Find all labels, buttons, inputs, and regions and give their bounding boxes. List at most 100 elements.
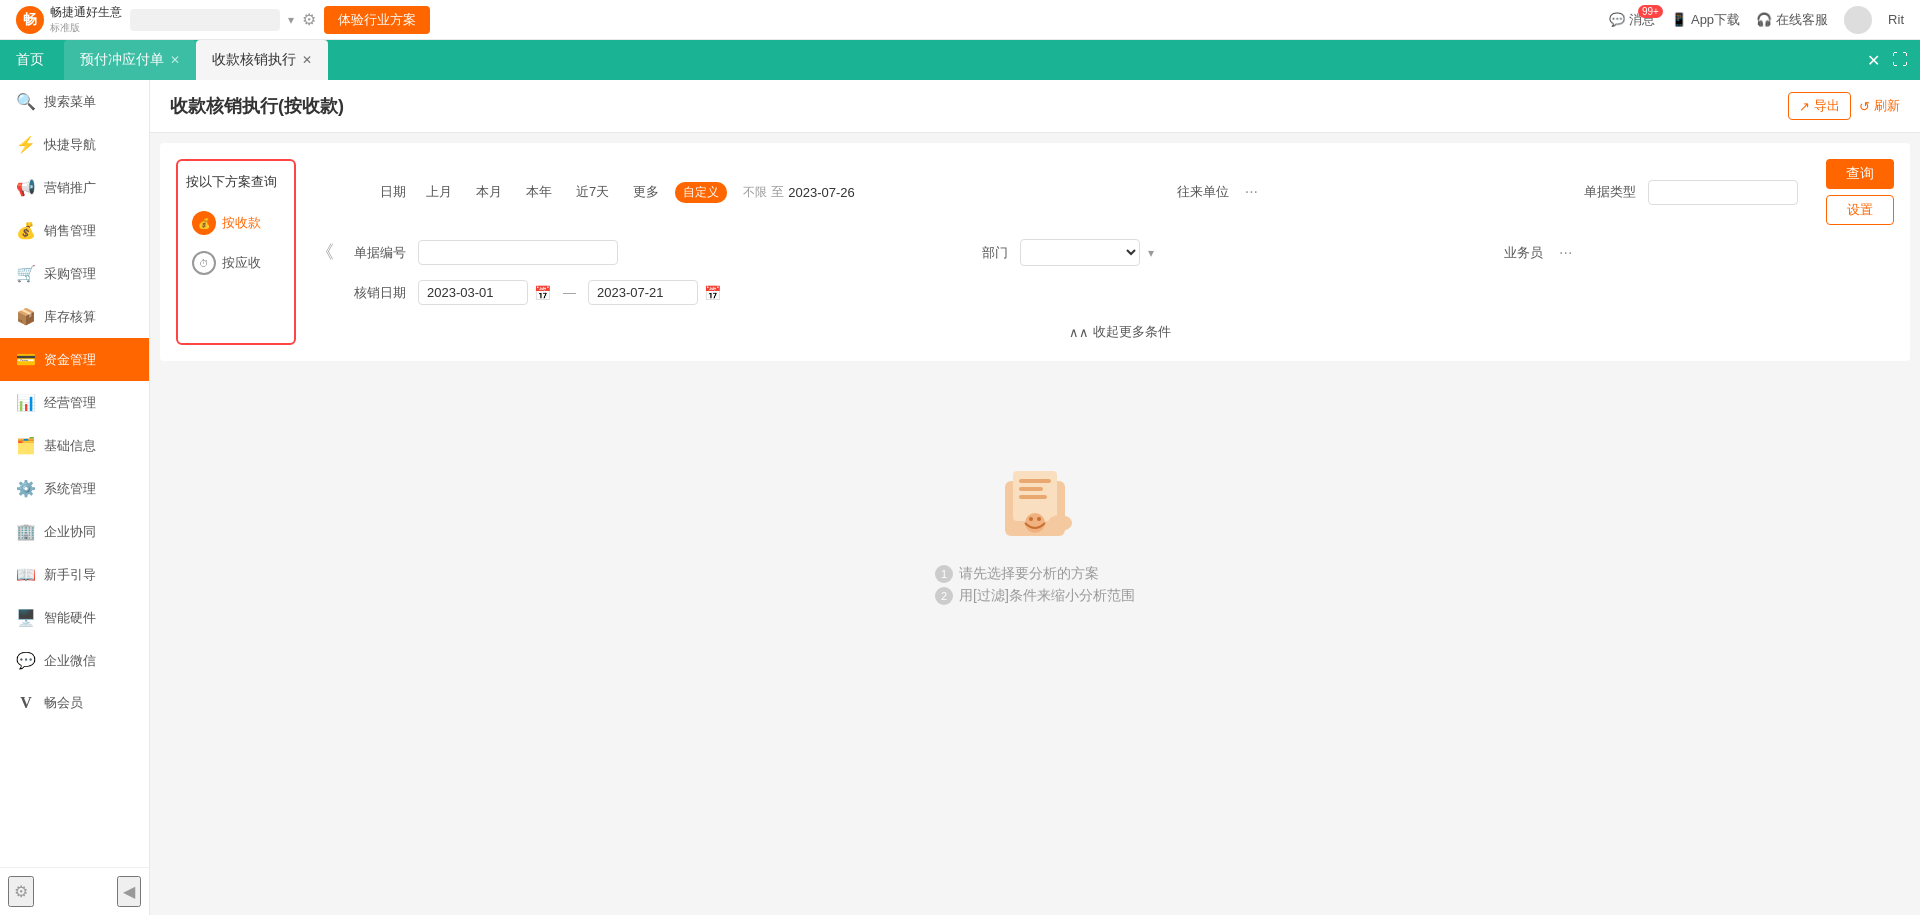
- dept-chevron-icon[interactable]: ▾: [1148, 246, 1154, 260]
- sidebar-item-basic-info[interactable]: 🗂️ 基础信息: [0, 424, 149, 467]
- verify-date-from-cal-icon[interactable]: 📅: [534, 285, 551, 301]
- settings-button[interactable]: 设置: [1826, 195, 1894, 225]
- date-btn-last-month[interactable]: 上月: [418, 181, 460, 203]
- sidebar-label-marketing: 营销推广: [44, 179, 96, 197]
- sidebar-item-marketing[interactable]: 📢 营销推广: [0, 166, 149, 209]
- svg-point-5: [1048, 515, 1072, 531]
- sidebar-item-enterprise[interactable]: 🏢 企业协同: [0, 510, 149, 553]
- filter-option-by-receipt[interactable]: 💰 按收款: [186, 203, 286, 243]
- date-btn-this-month[interactable]: 本月: [468, 181, 510, 203]
- sidebar-label-inventory: 库存核算: [44, 308, 96, 326]
- collapse-more-button[interactable]: ∧∧ 收起更多条件: [1069, 323, 1171, 341]
- date-btn-this-year[interactable]: 本年: [518, 181, 560, 203]
- marketing-icon: 📢: [16, 178, 36, 197]
- sidebar-item-business[interactable]: 📊 经营管理: [0, 381, 149, 424]
- online-service-button[interactable]: 🎧 在线客服: [1756, 11, 1828, 29]
- top-bar-right: 💬 消息 99+ 📱 App下载 🎧 在线客服 Rit: [1609, 6, 1904, 34]
- tab-home[interactable]: 首页: [0, 40, 60, 80]
- wechat-icon: 💬: [16, 651, 36, 670]
- messages-badge: 99+: [1638, 5, 1663, 18]
- sidebar-item-system[interactable]: ⚙️ 系统管理: [0, 467, 149, 510]
- date-no-limit-text: 不限: [743, 184, 767, 201]
- date-quick-buttons: 上月 本月 本年 近7天 更多 自定义: [418, 181, 727, 203]
- sidebar-item-search[interactable]: 🔍 搜索菜单: [0, 80, 149, 123]
- doc-type-label: 单据类型: [1576, 183, 1636, 201]
- query-button[interactable]: 查询: [1826, 159, 1894, 189]
- sidebar-bottom: ⚙ ◀: [0, 867, 149, 915]
- dropdown-icon[interactable]: ▾: [288, 13, 294, 27]
- tab-bar: 首页 预付冲应付单 ✕ 收款核销执行 ✕ ✕ ⛶: [0, 40, 1920, 80]
- collapse-more-label: 收起更多条件: [1093, 323, 1171, 341]
- refresh-icon: ↺: [1859, 99, 1870, 114]
- dept-select[interactable]: [1020, 239, 1140, 266]
- sidebar-item-inventory[interactable]: 📦 库存核算: [0, 295, 149, 338]
- svg-point-6: [1025, 513, 1045, 533]
- dept-label: 部门: [948, 244, 1008, 262]
- search-input[interactable]: [130, 9, 280, 31]
- svg-point-8: [1037, 517, 1041, 521]
- doc-type-select[interactable]: [1648, 180, 1798, 205]
- guide-icon: 📖: [16, 565, 36, 584]
- service-icon: 🎧: [1756, 12, 1772, 27]
- filter-scheme-panel: 按以下方案查询 💰 按收款 ⏱ 按应收: [176, 159, 296, 345]
- sidebar-item-quick-nav[interactable]: ⚡ 快捷导航: [0, 123, 149, 166]
- brand-name-block: 畅捷通好生意 标准版: [50, 4, 122, 35]
- filter-row-2: 单据编号 部门 ▾ 业务员 ···: [346, 239, 1894, 266]
- sidebar-label-sales: 销售管理: [44, 222, 96, 240]
- date-btn-more[interactable]: 更多: [625, 181, 667, 203]
- filter-scheme-title: 按以下方案查询: [186, 173, 286, 191]
- sidebar-item-member[interactable]: V 畅会员: [0, 682, 149, 724]
- enterprise-icon: 🏢: [16, 522, 36, 541]
- tab-close-window-btn[interactable]: ✕: [1863, 47, 1884, 74]
- partner-ellipsis[interactable]: ···: [1241, 183, 1262, 201]
- sidebar-item-sales[interactable]: 💰 销售管理: [0, 209, 149, 252]
- staff-label: 业务员: [1483, 244, 1543, 262]
- refresh-button[interactable]: ↺ 刷新: [1859, 92, 1900, 120]
- home-tab-label: 首页: [16, 51, 44, 69]
- export-button[interactable]: ↗ 导出: [1788, 92, 1851, 120]
- sidebar-label-guide: 新手引导: [44, 566, 96, 584]
- sidebar-settings-btn[interactable]: ⚙: [8, 876, 34, 907]
- sidebar-item-purchase[interactable]: 🛒 采购管理: [0, 252, 149, 295]
- filter-option-by-receivable[interactable]: ⏱ 按应收: [186, 243, 286, 283]
- staff-ellipsis[interactable]: ···: [1555, 244, 1576, 262]
- tab-verify-close-icon[interactable]: ✕: [302, 53, 312, 67]
- sidebar-item-finance[interactable]: 💳 资金管理: [0, 338, 149, 381]
- verify-date-to-cal-icon[interactable]: 📅: [704, 285, 721, 301]
- page-header-actions: ↗ 导出 ↺ 刷新: [1788, 92, 1900, 132]
- receipt-option-label: 按收款: [222, 214, 261, 232]
- verify-date-label: 核销日期: [346, 284, 406, 302]
- dept-select-row: ▾: [1020, 239, 1154, 266]
- gear-icon[interactable]: ⚙: [302, 10, 316, 29]
- doc-no-input[interactable]: [418, 240, 618, 265]
- tab-prepay[interactable]: 预付冲应付单 ✕: [64, 40, 196, 80]
- export-icon: ↗: [1799, 99, 1810, 114]
- sidebar-collapse-btn[interactable]: ◀: [117, 876, 141, 907]
- svg-rect-4: [1019, 495, 1047, 499]
- export-label: 导出: [1814, 97, 1840, 115]
- filter-area-wrapper: 按以下方案查询 💰 按收款 ⏱ 按应收 《: [176, 159, 1894, 345]
- sidebar-item-guide[interactable]: 📖 新手引导: [0, 553, 149, 596]
- verify-date-to-input[interactable]: [588, 280, 698, 305]
- verify-date-from-input[interactable]: [418, 280, 528, 305]
- svg-rect-3: [1019, 487, 1043, 491]
- sidebar-label-member: 畅会员: [44, 694, 83, 712]
- empty-hint-2: 2 用[过滤]条件来缩小分析范围: [935, 585, 1135, 607]
- app-download-button[interactable]: 📱 App下载: [1671, 11, 1740, 29]
- date-btn-7days[interactable]: 近7天: [568, 181, 617, 203]
- date-btn-custom[interactable]: 自定义: [675, 182, 727, 203]
- filter-collapse-btn[interactable]: 《: [312, 159, 338, 345]
- page-title: 收款核销执行(按收款): [170, 94, 344, 130]
- trial-button[interactable]: 体验行业方案: [324, 6, 430, 34]
- action-buttons: 查询 设置: [1826, 159, 1894, 225]
- sidebar-label-hardware: 智能硬件: [44, 609, 96, 627]
- empty-state: 1 请先选择要分析的方案 2 用[过滤]条件来缩小分析范围: [150, 371, 1920, 687]
- tab-fullscreen-btn[interactable]: ⛶: [1888, 47, 1912, 73]
- tab-verify[interactable]: 收款核销执行 ✕: [196, 40, 328, 80]
- sidebar-item-wechat[interactable]: 💬 企业微信: [0, 639, 149, 682]
- tab-prepay-close-icon[interactable]: ✕: [170, 53, 180, 67]
- collapse-more-section: ∧∧ 收起更多条件: [346, 315, 1894, 345]
- sidebar-item-hardware[interactable]: 🖥️ 智能硬件: [0, 596, 149, 639]
- messages-button[interactable]: 💬 消息 99+: [1609, 11, 1655, 29]
- filter-rows: 日期 上月 本月 本年 近7天 更多 自定义 不限 至: [346, 159, 1894, 305]
